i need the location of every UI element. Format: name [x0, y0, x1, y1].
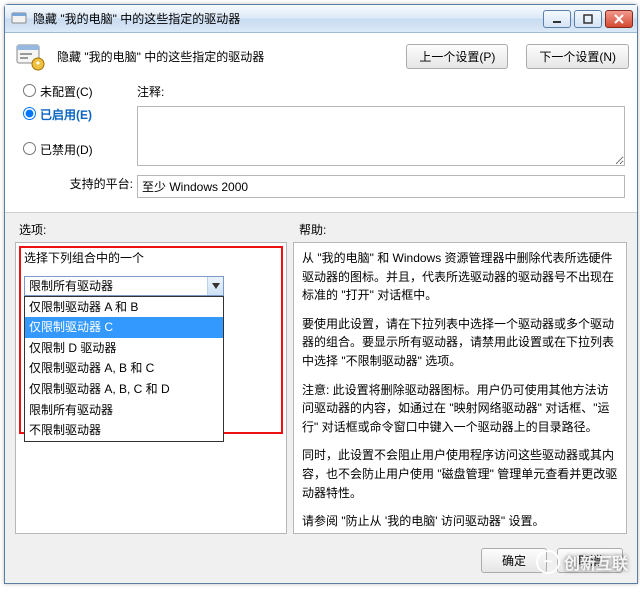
- combo-item[interactable]: 仅限制驱动器 A, B, C 和 D: [25, 379, 223, 400]
- chevron-down-icon[interactable]: [207, 277, 223, 295]
- combo-item[interactable]: 仅限制驱动器 C: [25, 317, 223, 338]
- combo-item[interactable]: 仅限制 D 驱动器: [25, 338, 223, 359]
- maximize-button[interactable]: [574, 10, 602, 28]
- window-title: 隐藏 "我的电脑" 中的这些指定的驱动器: [33, 10, 540, 27]
- platform-field[interactable]: 至少 Windows 2000: [137, 175, 625, 198]
- header-text: 隐藏 "我的电脑" 中的这些指定的驱动器: [57, 48, 396, 65]
- close-button[interactable]: [605, 10, 633, 28]
- combo-item[interactable]: 仅限制驱动器 A, B 和 C: [25, 358, 223, 379]
- radio-not-configured[interactable]: 未配置(C): [23, 83, 133, 100]
- options-title: 选择下列组合中的一个: [24, 249, 278, 268]
- help-panel: 从 "我的电脑" 和 Windows 资源管理器中删除代表所选硬件驱动器的图标。…: [293, 242, 627, 534]
- help-header: 帮助:: [299, 221, 326, 238]
- policy-icon: [13, 39, 47, 73]
- radio-disabled[interactable]: 已禁用(D): [23, 141, 133, 170]
- options-panel: 选择下列组合中的一个 限制所有驱动器 仅限制驱动器 A 和 B 仅限制驱动器 C…: [15, 242, 287, 534]
- next-setting-button[interactable]: 下一个设置(N): [526, 44, 629, 69]
- drive-combo[interactable]: 限制所有驱动器 仅限制驱动器 A 和 B 仅限制驱动器 C 仅限制 D 驱动器 …: [24, 276, 224, 296]
- help-paragraph: 要使用此设置，请在下拉列表中选择一个驱动器或多个驱动器的组合。要显示所有驱动器，…: [302, 315, 618, 371]
- comment-textarea[interactable]: [137, 106, 625, 166]
- combo-item[interactable]: 不限制驱动器: [25, 420, 223, 441]
- options-header: 选项:: [19, 221, 299, 238]
- radio-enabled[interactable]: 已启用(E): [23, 106, 133, 135]
- comment-label: 注释:: [137, 85, 164, 99]
- platform-label: 支持的平台:: [70, 177, 133, 191]
- combo-list[interactable]: 仅限制驱动器 A 和 B 仅限制驱动器 C 仅限制 D 驱动器 仅限制驱动器 A…: [24, 296, 224, 442]
- combo-item[interactable]: 限制所有驱动器: [25, 400, 223, 421]
- app-icon: [11, 11, 27, 27]
- help-paragraph: 同时，此设置不会阻止用户使用程序访问这些驱动器或其内容，也不会防止用户使用 "磁…: [302, 446, 618, 502]
- minimize-button[interactable]: [543, 10, 571, 28]
- ok-button[interactable]: 确定: [481, 548, 547, 573]
- help-paragraph: 注意: 此设置将删除驱动器图标。用户仍可使用其他方法访问驱动器的内容，如通过在 …: [302, 381, 618, 437]
- combo-selected: 限制所有驱动器: [24, 276, 224, 296]
- title-bar: 隐藏 "我的电脑" 中的这些指定的驱动器: [5, 5, 637, 33]
- prev-setting-button[interactable]: 上一个设置(P): [406, 44, 508, 69]
- help-paragraph: 请参阅 "防止从 '我的电脑' 访问驱动器" 设置。: [302, 512, 618, 531]
- combo-item[interactable]: 仅限制驱动器 A 和 B: [25, 297, 223, 318]
- cancel-button[interactable]: 取消: [557, 548, 623, 573]
- help-paragraph: 从 "我的电脑" 和 Windows 资源管理器中删除代表所选硬件驱动器的图标。…: [302, 249, 618, 305]
